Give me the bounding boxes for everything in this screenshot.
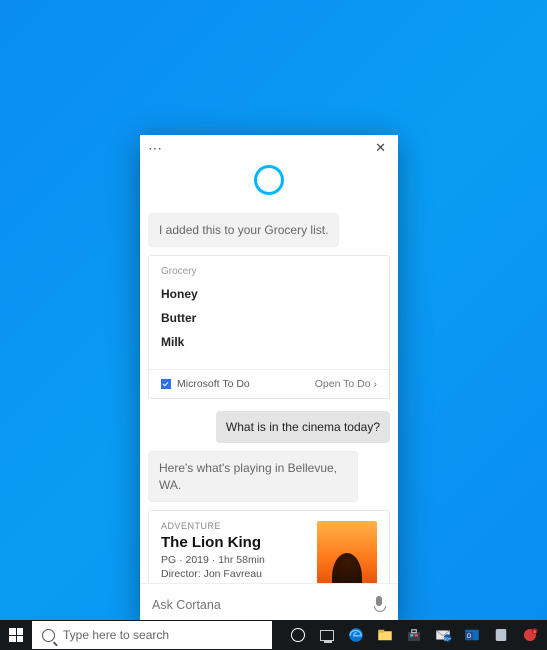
- source-label[interactable]: Microsoft To Do: [161, 378, 250, 390]
- list-item: Milk: [161, 335, 377, 349]
- taskbar: Type here to search 99+ O: [0, 620, 547, 650]
- list-item: Honey: [161, 287, 377, 301]
- movie-director: Director: Jon Favreau: [161, 568, 307, 580]
- ask-input[interactable]: [152, 598, 332, 612]
- taskbar-search[interactable]: Type here to search: [32, 621, 272, 649]
- windows-icon: [9, 628, 23, 642]
- svg-text:99+: 99+: [444, 636, 452, 641]
- cortana-ring-icon: [254, 165, 284, 195]
- assistant-row: I added this to your Grocery list.: [148, 213, 390, 247]
- more-icon[interactable]: ⋯: [148, 141, 162, 155]
- microphone-icon[interactable]: [372, 596, 386, 614]
- movie-title: The Lion King: [161, 534, 307, 551]
- search-placeholder: Type here to search: [63, 628, 169, 642]
- list-item: Butter: [161, 311, 377, 325]
- search-icon: [42, 629, 55, 642]
- store-icon[interactable]: [401, 620, 427, 650]
- movie-category: ADVENTURE: [161, 521, 307, 531]
- cortana-logo: [140, 165, 398, 195]
- start-button[interactable]: [0, 620, 32, 650]
- conversation-pane: I added this to your Grocery list. Groce…: [140, 209, 398, 583]
- desktop: ⋯ ✕ I added this to your Grocery list. G…: [0, 0, 547, 650]
- assistant-bubble: I added this to your Grocery list.: [148, 213, 339, 247]
- card-footer: Microsoft To Do Open To Do ›: [149, 369, 389, 398]
- svg-text:O: O: [467, 634, 472, 640]
- user-row: What is in the cinema today?: [148, 411, 390, 443]
- cortana-window: ⋯ ✕ I added this to your Grocery list. G…: [140, 135, 398, 625]
- movie-poster: [317, 521, 377, 583]
- svg-text:5: 5: [533, 630, 535, 634]
- task-view-icon[interactable]: [314, 620, 340, 650]
- ask-bar: [140, 583, 398, 625]
- assistant-bubble: Here's what's playing in Bellevue, WA.: [148, 451, 358, 501]
- movie-card[interactable]: ADVENTURE The Lion King PG · 2019 · 1hr …: [148, 510, 390, 583]
- user-bubble: What is in the cinema today?: [216, 411, 390, 443]
- card-title: Grocery: [161, 266, 377, 277]
- cortana-titlebar: ⋯ ✕: [140, 135, 398, 161]
- app-icon[interactable]: [488, 620, 514, 650]
- file-explorer-icon[interactable]: [372, 620, 398, 650]
- close-icon[interactable]: ✕: [371, 138, 390, 158]
- todo-icon: [161, 379, 171, 389]
- mail-icon[interactable]: 99+: [430, 620, 456, 650]
- outlook-icon[interactable]: O: [459, 620, 485, 650]
- cortana-taskbar-icon[interactable]: [285, 620, 311, 650]
- movie-meta: PG · 2019 · 1hr 58min: [161, 554, 307, 566]
- grocery-card[interactable]: Grocery Honey Butter Milk Microsoft To D…: [148, 255, 390, 399]
- app-icon-red[interactable]: 5: [517, 620, 543, 650]
- edge-icon[interactable]: [343, 620, 369, 650]
- open-todo-link[interactable]: Open To Do ›: [315, 378, 377, 390]
- assistant-row: Here's what's playing in Bellevue, WA.: [148, 451, 390, 501]
